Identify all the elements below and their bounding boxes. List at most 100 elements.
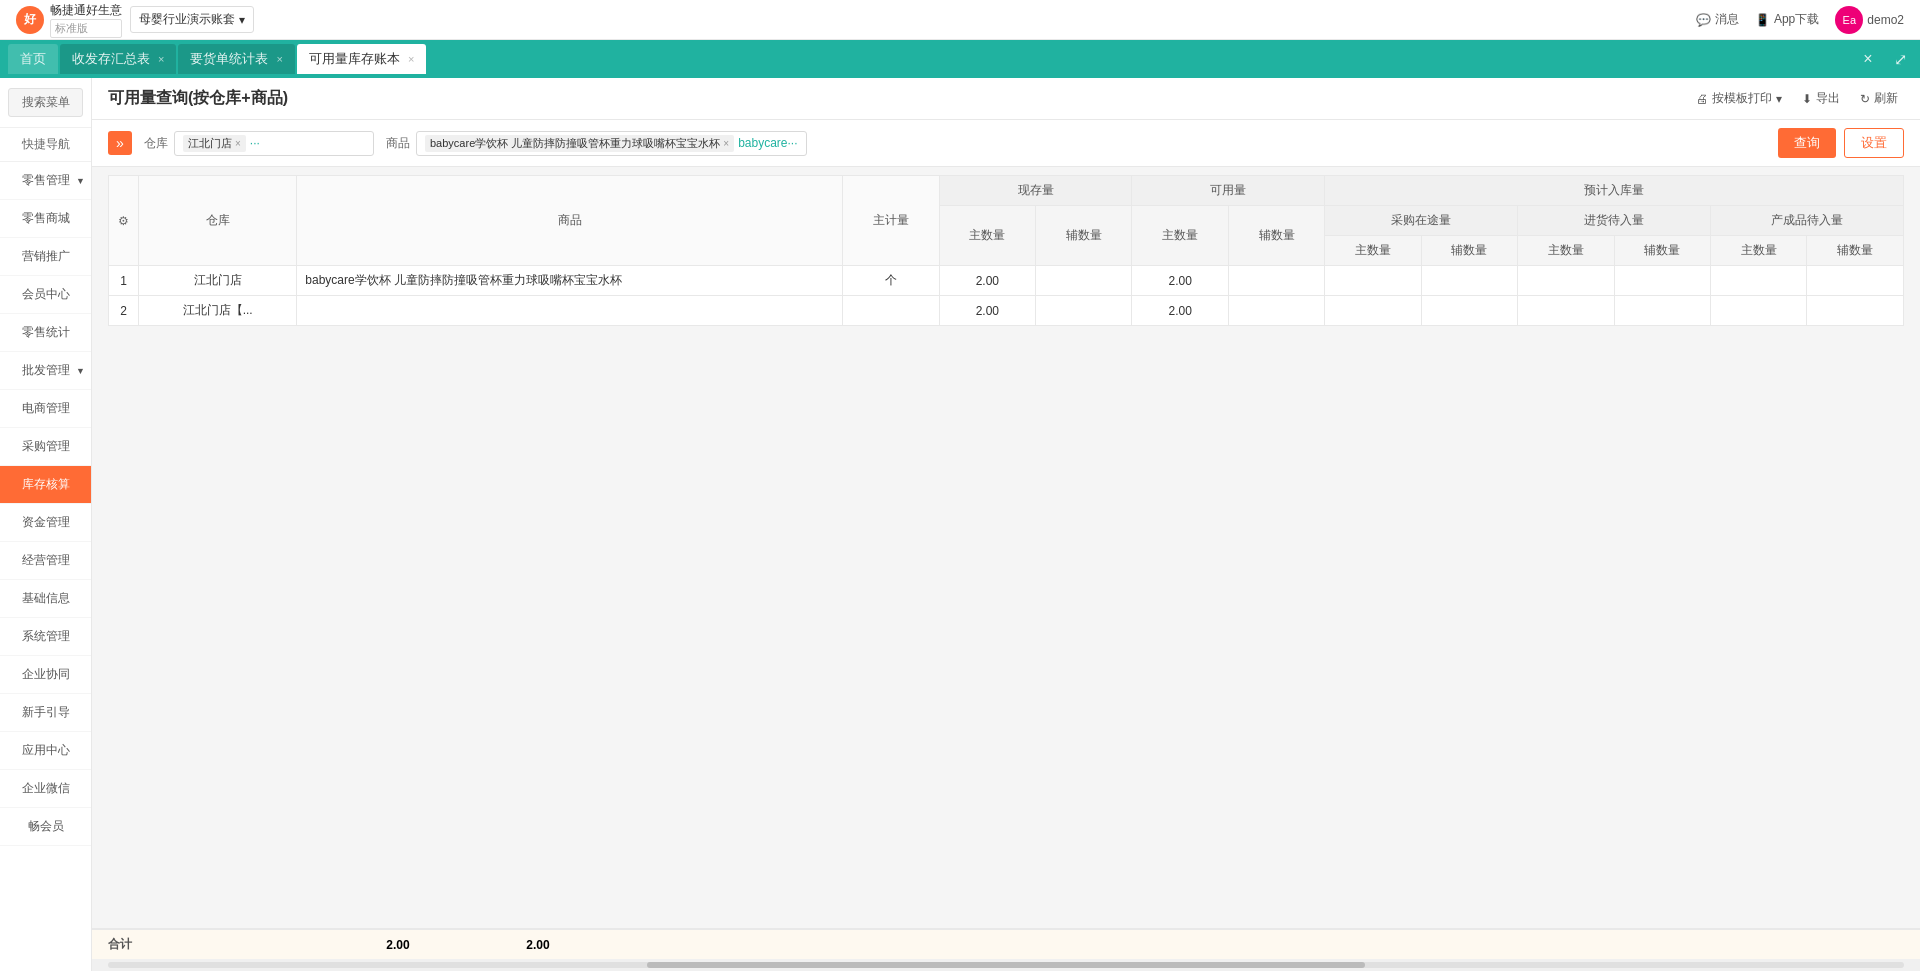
sidebar-item-retail-stats[interactable]: 零售统计 — [0, 314, 91, 352]
th-unit: 主计量 — [843, 176, 939, 266]
row-warehouse: 江北门店 — [139, 266, 297, 296]
warehouse-filter-group: 仓库 江北门店 × ··· — [144, 131, 374, 156]
warehouse-tag: 江北门店 × — [183, 135, 246, 152]
row-available-aux — [1228, 296, 1324, 326]
tab-order-stats[interactable]: 要货单统计表 × — [178, 44, 294, 74]
tab-available-close[interactable]: × — [408, 53, 414, 65]
scrollbar-thumb[interactable] — [647, 962, 1365, 968]
th-product: 商品 — [297, 176, 843, 266]
product-input[interactable]: babycare学饮杯 儿童防摔防撞吸管杯重力球吸嘴杯宝宝水杯 × babyca… — [416, 131, 807, 156]
sidebar-item-finance-mgmt[interactable]: 资金管理 — [0, 504, 91, 542]
print-dropdown-icon: ▾ — [1776, 92, 1782, 106]
table-footer: 合计 2.00 2.00 — [92, 928, 1920, 959]
dropdown-icon: ▾ — [239, 13, 245, 27]
refresh-label: 刷新 — [1874, 90, 1898, 107]
sidebar-item-basic-info[interactable]: 基础信息 — [0, 580, 91, 618]
message-icon: 💬 — [1696, 13, 1711, 27]
table-container: ⚙ 仓库 商品 主计量 现存量 可用量 预计入库量 主数量 辅数量 主数量 辅数… — [92, 167, 1920, 928]
export-btn[interactable]: ⬇ 导出 — [1796, 86, 1846, 111]
row-current-aux — [1036, 266, 1132, 296]
footer-label: 合计 — [108, 936, 132, 953]
sidebar-item-marketing[interactable]: 营销推广 — [0, 238, 91, 276]
sidebar-item-member[interactable]: 畅会员 — [0, 808, 91, 846]
tab-available-inventory[interactable]: 可用量库存账本 × — [297, 44, 426, 74]
row-current-main: 2.00 — [939, 296, 1035, 326]
sidebar-item-inventory-check[interactable]: 库存核算 — [0, 466, 91, 504]
logo-text: 畅捷通好生意 — [50, 2, 122, 19]
top-header: 好 畅捷通好生意 标准版 母婴行业演示账套 ▾ 💬 消息 📱 App下载 Ea … — [0, 0, 1920, 40]
row-pur-transit-main — [1325, 266, 1421, 296]
settings-btn[interactable]: 设置 — [1844, 128, 1904, 158]
th-product-aux: 辅数量 — [1807, 236, 1904, 266]
sidebar-item-app-center[interactable]: 应用中心 — [0, 732, 91, 770]
sidebar-item-retail-mall[interactable]: 零售商城 — [0, 200, 91, 238]
row-available-aux — [1228, 266, 1324, 296]
search-menu-btn[interactable]: 搜索菜单 — [8, 88, 83, 117]
sidebar-item-operation-mgmt[interactable]: 经营管理 — [0, 542, 91, 580]
app-download-action[interactable]: 📱 App下载 — [1755, 11, 1819, 28]
row-inbound-aux — [1614, 266, 1710, 296]
warehouse-input[interactable]: 江北门店 × ··· — [174, 131, 374, 156]
tab-receive-close[interactable]: × — [158, 53, 164, 65]
warehouse-tag-close[interactable]: × — [235, 138, 241, 149]
product-filter-group: 商品 babycare学饮杯 儿童防摔防撞吸管杯重力球吸嘴杯宝宝水杯 × bab… — [386, 131, 807, 156]
tab-receive-summary[interactable]: 收发存汇总表 × — [60, 44, 176, 74]
sidebar-item-system-mgmt[interactable]: 系统管理 — [0, 618, 91, 656]
print-label: 按模板打印 — [1712, 90, 1772, 107]
main-layout: 搜索菜单 快捷导航 零售管理 零售商城 营销推广 会员中心 零售统计 批发管理 … — [0, 78, 1920, 971]
download-icon: 📱 — [1755, 13, 1770, 27]
filter-actions: 查询 设置 — [1778, 128, 1904, 158]
refresh-btn[interactable]: ↻ 刷新 — [1854, 86, 1904, 111]
th-product-pending: 产成品待入量 — [1710, 206, 1903, 236]
user-avatar-area[interactable]: Ea demo2 — [1835, 6, 1904, 34]
print-icon: 🖨 — [1696, 92, 1708, 106]
quick-nav-btn[interactable]: 快捷导航 — [0, 128, 91, 162]
sidebar-item-enterprise-wechat[interactable]: 企业微信 — [0, 770, 91, 808]
close-tab-icon[interactable]: × — [1856, 47, 1880, 71]
sidebar-item-wholesale-mgmt[interactable]: 批发管理 — [0, 352, 91, 390]
query-btn[interactable]: 查询 — [1778, 128, 1836, 158]
warehouse-label: 仓库 — [144, 135, 168, 152]
product-tag-close[interactable]: × — [723, 138, 729, 149]
sidebar-item-retail-mgmt[interactable]: 零售管理 — [0, 162, 91, 200]
product-tag-text: babycare学饮杯 儿童防摔防撞吸管杯重力球吸嘴杯宝宝水杯 — [430, 136, 720, 151]
row-product: babycare学饮杯 儿童防摔防撞吸管杯重力球吸嘴杯宝宝水杯 — [297, 266, 843, 296]
th-available-main: 主数量 — [1132, 206, 1228, 266]
sidebar-item-ecommerce-mgmt[interactable]: 电商管理 — [0, 390, 91, 428]
filter-toggle-btn[interactable]: » — [108, 131, 132, 155]
industry-selector[interactable]: 母婴行业演示账套 ▾ — [130, 6, 254, 33]
warehouse-more[interactable]: ··· — [250, 136, 260, 150]
row-pur-transit-aux — [1421, 266, 1517, 296]
tab-order-close[interactable]: × — [276, 53, 282, 65]
app-download-label: App下载 — [1774, 11, 1819, 28]
row-index: 2 — [109, 296, 139, 326]
tab-order-label: 要货单统计表 — [190, 50, 268, 68]
th-pur-transit-main: 主数量 — [1325, 236, 1421, 266]
maximize-icon[interactable]: ⤢ — [1888, 47, 1912, 71]
table-row: 1 江北门店 babycare学饮杯 儿童防摔防撞吸管杯重力球吸嘴杯宝宝水杯 个… — [109, 266, 1904, 296]
product-tag: babycare学饮杯 儿童防摔防撞吸管杯重力球吸嘴杯宝宝水杯 × — [425, 135, 734, 152]
content-area: 可用量查询(按仓库+商品) 🖨 按模板打印 ▾ ⬇ 导出 ↻ 刷新 » — [92, 78, 1920, 971]
refresh-icon: ↻ — [1860, 92, 1870, 106]
tab-home[interactable]: 首页 — [8, 44, 58, 74]
row-warehouse: 江北门店【... — [139, 296, 297, 326]
sidebar-item-new-guide[interactable]: 新手引导 — [0, 694, 91, 732]
table-row: 2 江北门店【... 2.00 2.00 — [109, 296, 1904, 326]
settings-gear-icon[interactable]: ⚙ — [118, 214, 129, 228]
th-inbound-pending: 进货待入量 — [1518, 206, 1711, 236]
print-btn[interactable]: 🖨 按模板打印 ▾ — [1690, 86, 1788, 111]
sidebar-item-member-center[interactable]: 会员中心 — [0, 276, 91, 314]
scrollbar-area — [92, 959, 1920, 971]
footer-values: 2.00 2.00 — [148, 938, 1904, 952]
product-more[interactable]: babycare··· — [738, 136, 797, 150]
th-purchase-transit: 采购在途量 — [1325, 206, 1518, 236]
tab-receive-label: 收发存汇总表 — [72, 50, 150, 68]
message-label: 消息 — [1715, 11, 1739, 28]
user-avatar: Ea — [1835, 6, 1863, 34]
sidebar-item-purchase-mgmt[interactable]: 采购管理 — [0, 428, 91, 466]
sidebar-item-enterprise-collab[interactable]: 企业协同 — [0, 656, 91, 694]
nav-tabs: 首页 收发存汇总表 × 要货单统计表 × 可用量库存账本 × × ⤢ — [0, 40, 1920, 78]
export-icon: ⬇ — [1802, 92, 1812, 106]
message-action[interactable]: 💬 消息 — [1696, 11, 1739, 28]
page-actions: 🖨 按模板打印 ▾ ⬇ 导出 ↻ 刷新 — [1690, 86, 1904, 111]
